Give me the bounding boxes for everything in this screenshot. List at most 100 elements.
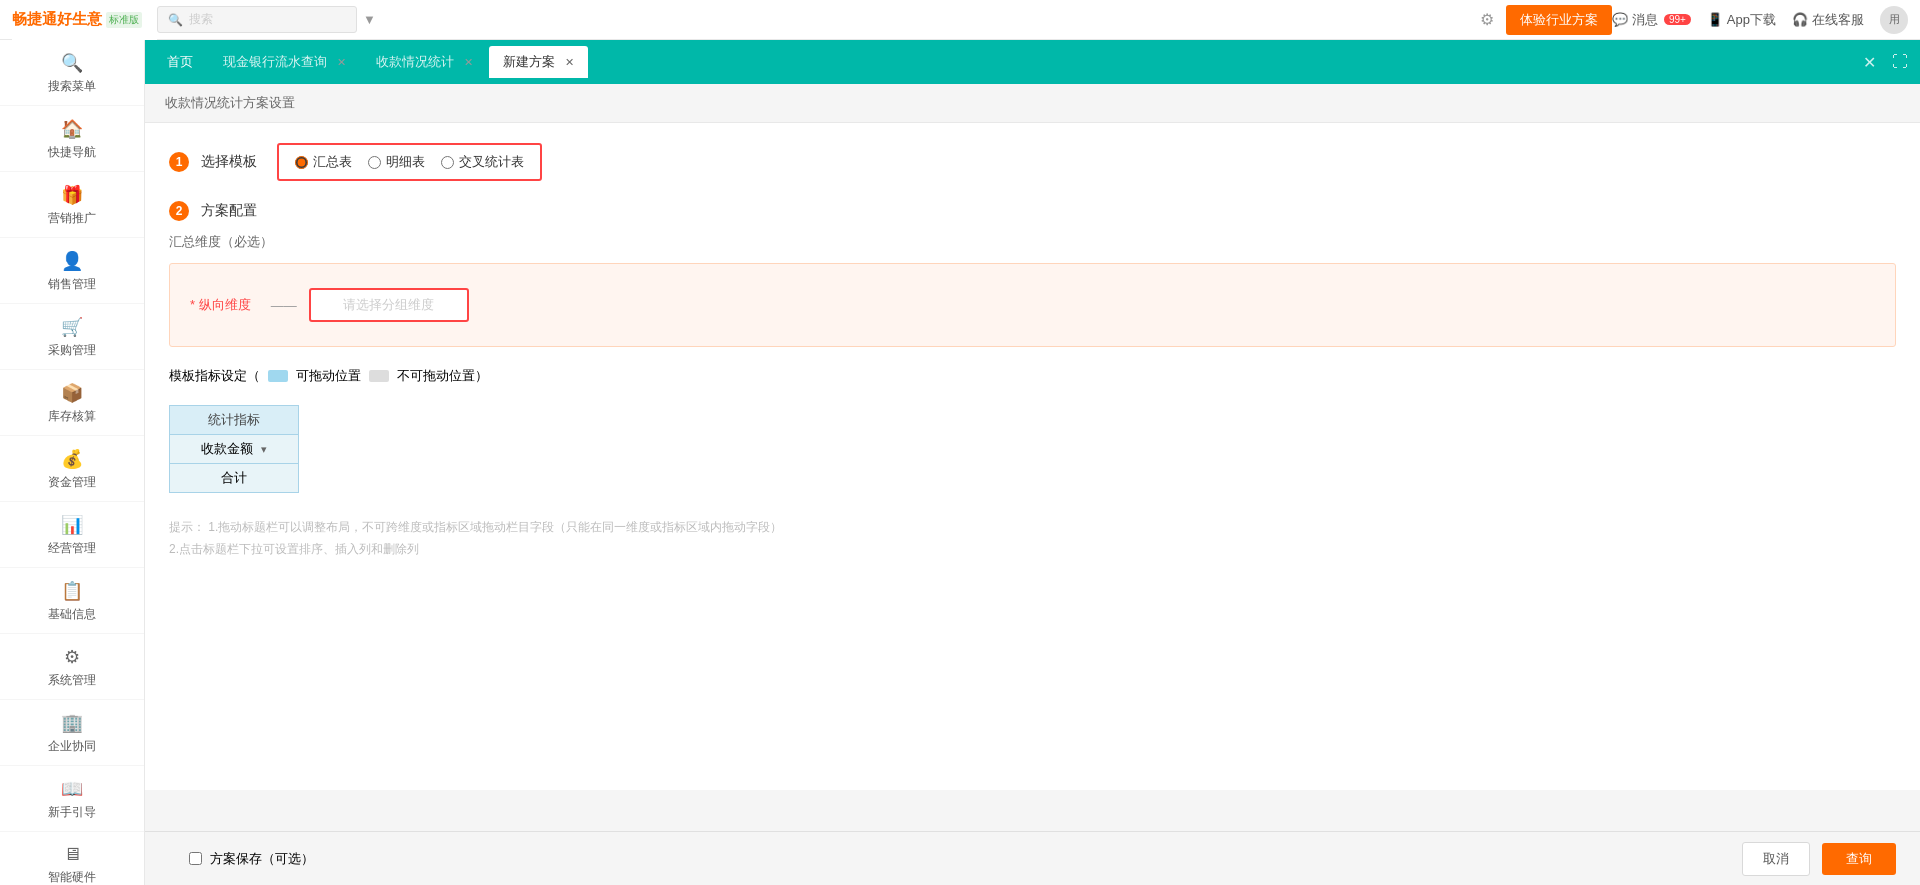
- support-label: 在线客服: [1812, 11, 1864, 29]
- tab-collections[interactable]: 收款情况统计 ✕: [362, 46, 487, 78]
- logo-area: 畅捷通好生意 标准版: [12, 0, 157, 40]
- sidebar-item-purchase[interactable]: 🛒 采购管理: [0, 304, 144, 370]
- trial-button[interactable]: 体验行业方案: [1506, 5, 1612, 35]
- sidebar-item-label: 快捷导航: [48, 144, 96, 161]
- dim-arrow: ——: [271, 298, 297, 313]
- sidebar-item-marketing[interactable]: 🎁 营销推广: [0, 172, 144, 238]
- sidebar-item-label: 企业协同: [48, 738, 96, 755]
- step1-label: 选择模板: [201, 153, 257, 171]
- radio-detail-label: 明细表: [386, 153, 425, 171]
- sidebar-item-label: 基础信息: [48, 606, 96, 623]
- search-menu-icon: 🔍: [61, 52, 83, 74]
- sidebar-item-label: 系统管理: [48, 672, 96, 689]
- sidebar-item-smart-hw[interactable]: 🖥 智能硬件: [0, 832, 144, 885]
- tab-cash-flow[interactable]: 现金银行流水查询 ✕: [209, 46, 360, 78]
- stats-row-label: 合计: [221, 470, 247, 485]
- system-icon: ⚙: [64, 646, 80, 668]
- inventory-icon: 📦: [61, 382, 83, 404]
- cancel-button[interactable]: 取消: [1742, 842, 1810, 876]
- step2-row: 2 方案配置: [169, 201, 1896, 221]
- finance-icon: 💰: [61, 448, 83, 470]
- sidebar-item-label: 经营管理: [48, 540, 96, 557]
- form-area: 1 选择模板 汇总表 明细表 交叉统计表: [145, 123, 1920, 790]
- sidebar-item-label: 新手引导: [48, 804, 96, 821]
- sidebar-item-system[interactable]: ⚙ 系统管理: [0, 634, 144, 700]
- dimension-title: 汇总维度（必选）: [169, 233, 1896, 251]
- search-box[interactable]: 🔍 搜索: [157, 6, 357, 33]
- basic-info-icon: 📋: [61, 580, 83, 602]
- download-item[interactable]: 📱 App下载: [1707, 11, 1776, 29]
- settings-icon[interactable]: ⚙: [1480, 10, 1494, 29]
- sidebar-item-sales[interactable]: 👤 销售管理: [0, 238, 144, 304]
- tip-text-2: 2.点击标题栏下拉可设置排序、插入列和删除列: [169, 539, 419, 561]
- tip-line-2: 2.点击标题栏下拉可设置排序、插入列和删除列: [169, 539, 1896, 561]
- stats-col-chevron: ▾: [261, 443, 267, 456]
- sidebar-item-quick-nav[interactable]: 🏠 快捷导航: [0, 106, 144, 172]
- movable-label: 可拖动位置: [296, 367, 361, 385]
- main-layout: 🔍 搜索菜单 🏠 快捷导航 🎁 营销推广 👤 销售管理 🛒 采购管理 📦 库存核…: [0, 40, 1920, 885]
- sidebar-item-basic-info[interactable]: 📋 基础信息: [0, 568, 144, 634]
- stats-col-label: 收款金额: [201, 440, 253, 458]
- indicator-title: 模板指标设定（: [169, 367, 260, 385]
- tab-expand-icon[interactable]: ⛶: [1888, 49, 1912, 75]
- notifications-item[interactable]: 💬 消息 99+: [1612, 11, 1691, 29]
- support-item[interactable]: 🎧 在线客服: [1792, 11, 1864, 29]
- stats-row-total: 合计: [169, 464, 299, 493]
- indicator-section: 模板指标设定（ 可拖动位置 不可拖动位置） 统计指标: [169, 367, 1896, 493]
- tab-collections-close[interactable]: ✕: [464, 56, 473, 69]
- tab-close-all-icon[interactable]: ✕: [1859, 49, 1880, 76]
- step1-number: 1: [169, 152, 189, 172]
- tab-bar: 首页 现金银行流水查询 ✕ 收款情况统计 ✕ 新建方案 ✕ ✕ ⛶: [145, 40, 1920, 84]
- radio-detail[interactable]: 明细表: [368, 153, 425, 171]
- movable-legend: [268, 370, 288, 382]
- sidebar-item-label: 销售管理: [48, 276, 96, 293]
- tab-bar-actions: ✕ ⛶: [1859, 49, 1912, 76]
- sidebar-item-guide[interactable]: 📖 新手引导: [0, 766, 144, 832]
- stats-group-header: 统计指标: [169, 405, 299, 435]
- tab-new-plan-close[interactable]: ✕: [565, 56, 574, 69]
- footer: 方案保存（可选） 取消 查询: [145, 831, 1920, 885]
- radio-summary-input[interactable]: [295, 156, 308, 169]
- sidebar-item-inventory[interactable]: 📦 库存核算: [0, 370, 144, 436]
- dimension-area: * 纵向维度 —— 请选择分组维度: [169, 263, 1896, 347]
- stats-col-header[interactable]: 收款金额 ▾: [169, 435, 299, 464]
- sales-icon: 👤: [61, 250, 83, 272]
- template-selection-box: 汇总表 明细表 交叉统计表: [277, 143, 542, 181]
- download-label: App下载: [1727, 11, 1776, 29]
- sidebar-item-label: 资金管理: [48, 474, 96, 491]
- radio-detail-input[interactable]: [368, 156, 381, 169]
- breadcrumb: 收款情况统计方案设置: [145, 84, 1920, 123]
- purchase-icon: 🛒: [61, 316, 83, 338]
- content-area: 首页 现金银行流水查询 ✕ 收款情况统计 ✕ 新建方案 ✕ ✕ ⛶: [145, 40, 1920, 885]
- logo-text: 畅捷通好生意: [12, 10, 102, 29]
- sidebar-item-search-menu[interactable]: 🔍 搜索菜单: [0, 40, 144, 106]
- smart-hw-icon: 🖥: [63, 844, 81, 865]
- save-option-row: 方案保存（可选）: [169, 850, 1730, 868]
- support-icon: 🎧: [1792, 12, 1808, 27]
- indicator-legend-row: 模板指标设定（ 可拖动位置 不可拖动位置）: [169, 367, 1896, 385]
- breadcrumb-text: 收款情况统计方案设置: [165, 95, 295, 110]
- sidebar-item-enterprise[interactable]: 🏢 企业协同: [0, 700, 144, 766]
- radio-cross-input[interactable]: [441, 156, 454, 169]
- step2-label: 方案配置: [201, 202, 257, 220]
- tab-home-label: 首页: [167, 53, 193, 71]
- avatar[interactable]: 用: [1880, 6, 1908, 34]
- vertical-dim-label: * 纵向维度: [190, 296, 251, 314]
- logo-badge: 标准版: [106, 12, 142, 28]
- download-icon: 📱: [1707, 12, 1723, 27]
- tab-new-plan[interactable]: 新建方案 ✕: [489, 46, 588, 78]
- save-checkbox-label: 方案保存（可选）: [210, 850, 314, 868]
- tab-cash-flow-close[interactable]: ✕: [337, 56, 346, 69]
- vertical-dim-input[interactable]: 请选择分组维度: [309, 288, 469, 322]
- sidebar-item-finance[interactable]: 💰 资金管理: [0, 436, 144, 502]
- business-icon: 📊: [61, 514, 83, 536]
- radio-summary[interactable]: 汇总表: [295, 153, 352, 171]
- sidebar-item-business[interactable]: 📊 经营管理: [0, 502, 144, 568]
- dropdown-icon[interactable]: ▼: [363, 12, 376, 27]
- radio-cross[interactable]: 交叉统计表: [441, 153, 524, 171]
- tab-home[interactable]: 首页: [153, 46, 207, 78]
- avatar-text: 用: [1889, 12, 1900, 27]
- query-button[interactable]: 查询: [1822, 843, 1896, 875]
- sidebar-item-label: 采购管理: [48, 342, 96, 359]
- save-checkbox[interactable]: [189, 852, 202, 865]
